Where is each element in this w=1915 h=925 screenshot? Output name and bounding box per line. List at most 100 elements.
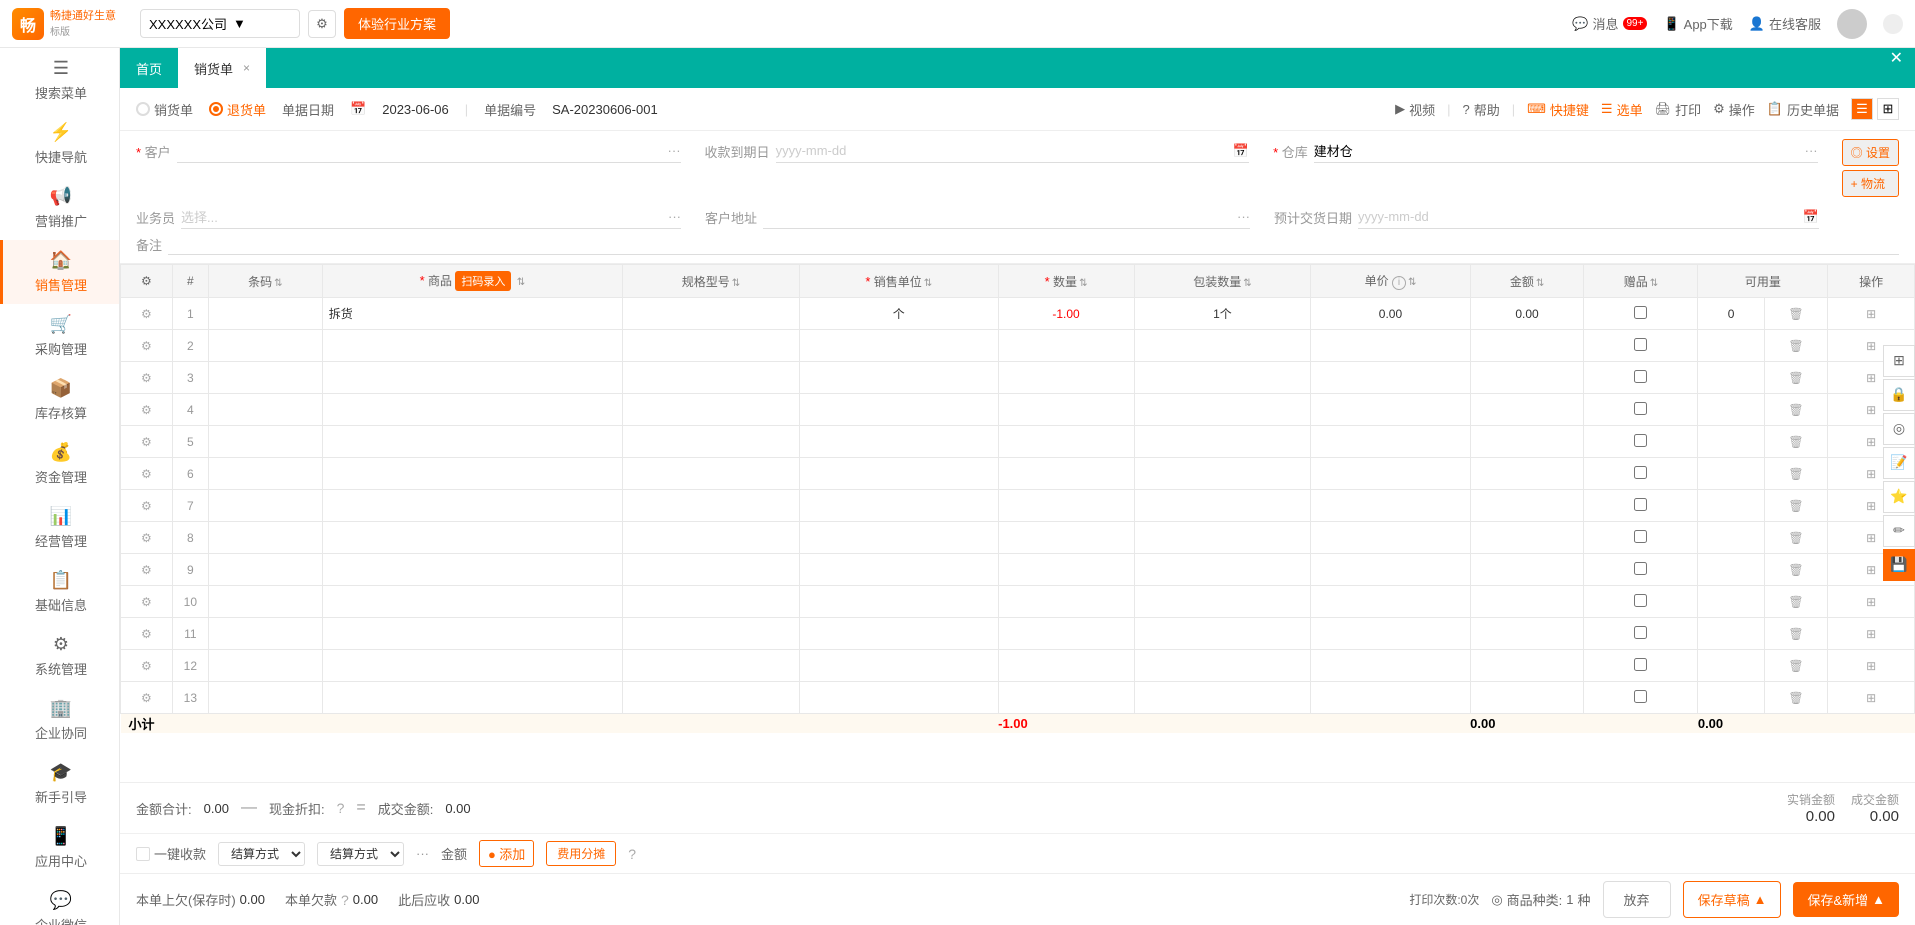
row-amount[interactable] [1470, 490, 1584, 522]
due-date-input[interactable]: yyyy-mm-dd 📅 [776, 139, 1250, 163]
row-goods[interactable] [322, 522, 622, 554]
row-copy[interactable]: ⊞ [1828, 682, 1915, 714]
row-pkgqty[interactable] [1134, 394, 1311, 426]
row-goods[interactable] [322, 458, 622, 490]
row-gift[interactable] [1584, 298, 1698, 330]
row-barcode[interactable] [208, 490, 322, 522]
row-pkgqty[interactable] [1134, 586, 1311, 618]
row-delete[interactable]: 🗑 [1764, 458, 1828, 490]
sidebar-item-quick[interactable]: ⚡ 快捷导航 [0, 112, 119, 176]
sidebar-item-basic[interactable]: 📋 基础信息 [0, 560, 119, 624]
row-price[interactable] [1311, 362, 1470, 394]
radio-sales-order[interactable]: 销货单 [136, 100, 193, 119]
row-goods[interactable]: 拆货 [322, 298, 622, 330]
row-barcode[interactable] [208, 362, 322, 394]
row-gift[interactable] [1584, 490, 1698, 522]
row-amount[interactable] [1470, 426, 1584, 458]
form-settings-btn[interactable]: ◎ 设置 [1842, 139, 1899, 166]
row-price[interactable] [1311, 426, 1470, 458]
row-amount[interactable] [1470, 682, 1584, 714]
row-amount[interactable] [1470, 650, 1584, 682]
row-barcode[interactable] [208, 330, 322, 362]
row-price[interactable] [1311, 554, 1470, 586]
row-copy[interactable]: ⊞ [1828, 618, 1915, 650]
ops-action[interactable]: ⚙ 操作 [1713, 100, 1755, 119]
tab-home[interactable]: 首页 [120, 48, 178, 88]
row-copy[interactable]: ⊞ [1828, 298, 1915, 330]
row-gift[interactable] [1584, 554, 1698, 586]
select-action[interactable]: ☰ 选单 [1601, 100, 1643, 119]
row-unit[interactable] [799, 490, 998, 522]
row-qty[interactable] [998, 586, 1134, 618]
row-unit[interactable] [799, 330, 998, 362]
tab-close-icon[interactable]: × [243, 61, 250, 75]
help-action[interactable]: ? 帮助 [1463, 100, 1500, 119]
shortcut-action[interactable]: ⌨ 快捷键 [1527, 100, 1589, 119]
row-pkgqty[interactable] [1134, 330, 1311, 362]
sidebar-item-finance[interactable]: 💰 资金管理 [0, 432, 119, 496]
tab-sales-order[interactable]: 销货单 × [178, 48, 266, 88]
sidebar-item-search[interactable]: ☰ 搜索菜单 [0, 48, 119, 112]
row-delete[interactable]: 🗑 [1764, 490, 1828, 522]
row-barcode[interactable] [208, 522, 322, 554]
row-spec[interactable] [622, 682, 799, 714]
row-price[interactable] [1311, 682, 1470, 714]
row-price[interactable] [1311, 650, 1470, 682]
row-qty[interactable] [998, 650, 1134, 682]
row-price[interactable] [1311, 394, 1470, 426]
row-goods[interactable] [322, 554, 622, 586]
save-draft-button[interactable]: 保存草稿 ▲ [1683, 881, 1782, 918]
customer-dots[interactable]: ··· [668, 143, 681, 158]
row-spec[interactable] [622, 618, 799, 650]
row-spec[interactable] [622, 298, 799, 330]
row-unit[interactable] [799, 618, 998, 650]
row-unit[interactable] [799, 458, 998, 490]
row-spec[interactable] [622, 522, 799, 554]
sidebar-item-operation[interactable]: 📊 经营管理 [0, 496, 119, 560]
row-delete[interactable]: 🗑 [1764, 586, 1828, 618]
sidebar-item-wechat[interactable]: 💬 企业微信 [0, 880, 119, 925]
discount-info-icon[interactable]: ? [337, 800, 345, 816]
radio-return-order[interactable]: 退货单 [209, 100, 266, 119]
calendar-due-icon[interactable]: 📅 [1233, 143, 1249, 159]
row-spec[interactable] [622, 362, 799, 394]
row-gift[interactable] [1584, 650, 1698, 682]
row-qty[interactable] [998, 458, 1134, 490]
float-save-btn[interactable]: 💾 [1883, 549, 1915, 581]
row-delete[interactable]: 🗑 [1764, 650, 1828, 682]
row-unit[interactable] [799, 554, 998, 586]
row-delete[interactable]: 🗑 [1764, 682, 1828, 714]
debt-info-icon[interactable]: ? [341, 892, 349, 908]
float-lock-btn[interactable]: 🔒 [1883, 379, 1915, 411]
row-unit[interactable] [799, 362, 998, 394]
row-gift[interactable] [1584, 618, 1698, 650]
row-unit[interactable] [799, 426, 998, 458]
row-delete[interactable]: 🗑 [1764, 362, 1828, 394]
row-price[interactable]: 0.00 [1311, 298, 1470, 330]
row-qty[interactable] [998, 682, 1134, 714]
row-pkgqty[interactable] [1134, 618, 1311, 650]
row-qty[interactable] [998, 522, 1134, 554]
row-price[interactable] [1311, 490, 1470, 522]
row-gift[interactable] [1584, 522, 1698, 554]
row-qty[interactable] [998, 426, 1134, 458]
row-unit[interactable] [799, 522, 998, 554]
row-price[interactable] [1311, 330, 1470, 362]
row-goods[interactable] [322, 330, 622, 362]
save-new-button[interactable]: 保存&新增 ▲ [1793, 882, 1899, 917]
row-gift[interactable] [1584, 458, 1698, 490]
row-price[interactable] [1311, 522, 1470, 554]
row-unit[interactable] [799, 586, 998, 618]
row-spec[interactable] [622, 650, 799, 682]
user-dropdown[interactable] [1883, 14, 1903, 34]
form-logistics-btn[interactable]: + 物流 [1842, 170, 1899, 197]
row-gift[interactable] [1584, 362, 1698, 394]
row-goods[interactable] [322, 490, 622, 522]
row-amount[interactable] [1470, 554, 1584, 586]
row-delete[interactable]: 🗑 [1764, 298, 1828, 330]
notes-input[interactable] [168, 233, 1899, 255]
row-copy[interactable]: ⊞ [1828, 586, 1915, 618]
one-click-payment-checkbox[interactable]: 一键收款 [136, 844, 206, 863]
row-barcode[interactable] [208, 394, 322, 426]
grid-view-icon[interactable]: ⊞ [1877, 98, 1899, 120]
